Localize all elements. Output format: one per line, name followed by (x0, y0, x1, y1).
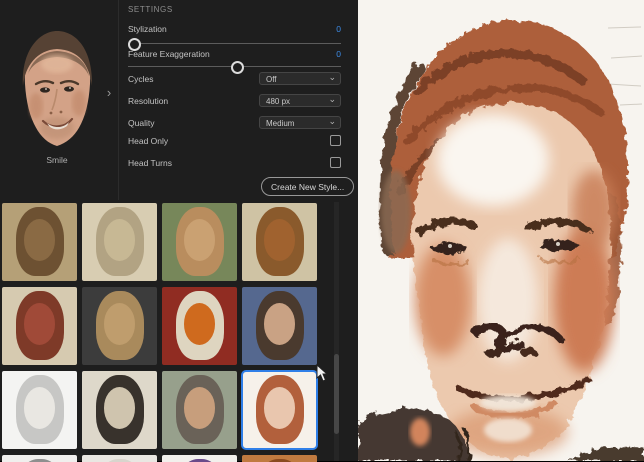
resolution-label: Resolution (128, 96, 169, 106)
style-thumbnail-carved-wood-figure[interactable] (82, 287, 157, 365)
style-thumbnail-stone-sculpture-woman[interactable] (82, 203, 157, 281)
cycles-dropdown[interactable]: Off ⌄ (259, 72, 341, 85)
quality-value: Medium (266, 118, 295, 128)
head-only-checkbox[interactable] (330, 135, 341, 146)
grid-scrollbar-thumb[interactable] (334, 354, 339, 434)
style-thumbnail-clay-sculpture-woman[interactable] (2, 203, 77, 281)
source-caption: Smile (46, 155, 68, 165)
stylization-value: 0 (336, 24, 341, 34)
stylized-portrait-preview (358, 0, 644, 461)
feature-exaggeration-slider[interactable] (128, 61, 341, 74)
cycles-label: Cycles (128, 74, 154, 84)
head-turns-label: Head Turns (128, 158, 172, 168)
style-thumbnail-carved-bear[interactable] (162, 203, 237, 281)
chevron-down-icon: ⌄ (328, 72, 336, 82)
panel-collapse-chevron-icon[interactable]: › (102, 86, 116, 102)
stylization-slider[interactable] (128, 38, 341, 51)
quality-label: Quality (128, 118, 155, 128)
cycles-value: Off (266, 74, 277, 84)
feature-exaggeration-label: Feature Exaggeration (128, 49, 210, 59)
style-thumbnail-vivid-portrait-painting[interactable] (162, 287, 237, 365)
style-grid (0, 202, 334, 462)
style-thumbnail-carved-wood-mask[interactable] (242, 203, 317, 281)
head-turns-checkbox[interactable] (330, 157, 341, 168)
stylization-label: Stylization (128, 24, 167, 34)
settings-title: SETTINGS (128, 5, 173, 14)
slider-track-line (128, 43, 341, 44)
chevron-down-icon: ⌄ (328, 94, 336, 104)
resolution-dropdown[interactable]: 480 px ⌄ (259, 94, 341, 107)
quality-dropdown[interactable]: Medium ⌄ (259, 116, 341, 129)
style-thumbnail-red-carved-mask[interactable] (2, 287, 77, 365)
stylized-preview-pane (358, 0, 644, 461)
create-new-style-button[interactable]: Create New Style... (261, 177, 355, 196)
grid-scrollbar (334, 202, 339, 461)
style-thumbnail-painting-woman-blue-bg[interactable] (242, 287, 317, 365)
app-window: Smile › SETTINGS Stylization 0 Feature E… (0, 0, 644, 462)
style-thumbnail-pencil-sketch-man[interactable] (2, 371, 77, 449)
style-thumbnail-charcoal-sketch-woman[interactable] (82, 371, 157, 449)
panel-divider (118, 0, 119, 200)
chevron-down-icon: ⌄ (328, 116, 336, 126)
style-thumbnail-painting-older-man[interactable] (162, 371, 237, 449)
resolution-value: 480 px (266, 96, 291, 106)
style-thumbnail-sepia-sketch-portrait[interactable] (241, 370, 318, 450)
source-face-photo (22, 31, 93, 146)
head-only-label: Head Only (128, 136, 169, 146)
feature-exaggeration-value: 0 (336, 49, 341, 59)
left-panel: Smile › SETTINGS Stylization 0 Feature E… (0, 0, 358, 462)
